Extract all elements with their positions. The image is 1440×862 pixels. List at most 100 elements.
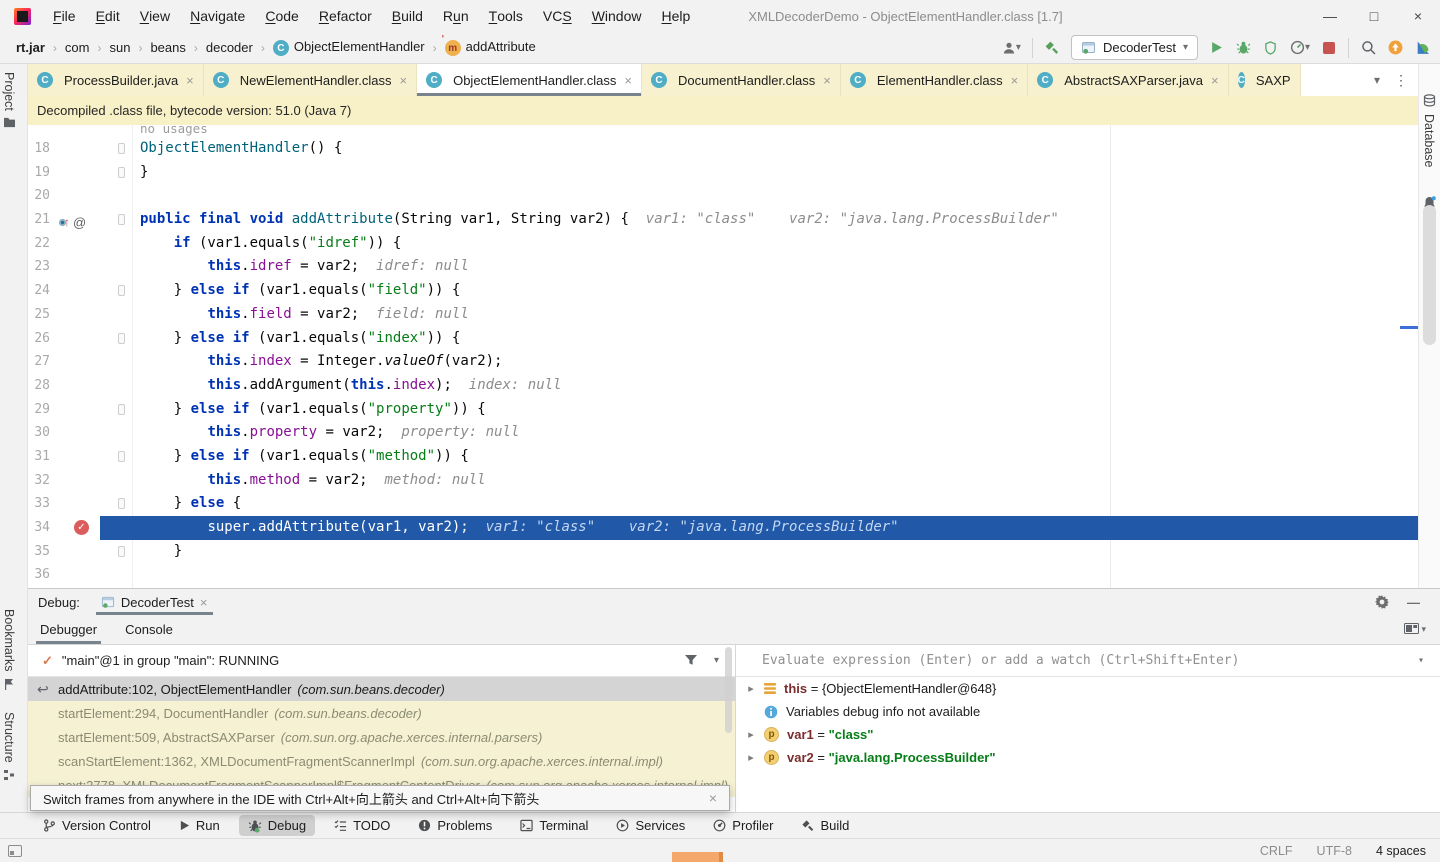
line-number[interactable]: 32 <box>28 469 50 493</box>
editor-tab-newelementhandler-class[interactable]: C NewElementHandler.class × <box>203 64 418 96</box>
line-number[interactable]: 25 <box>28 303 50 327</box>
close-button[interactable]: × <box>1396 0 1440 32</box>
menu-item-build[interactable]: Build <box>382 0 433 32</box>
line-number[interactable]: 28 <box>28 374 50 398</box>
maximize-button[interactable]: □ <box>1352 0 1396 32</box>
code-line-30[interactable]: 30 this.property = var2; property: null <box>28 421 1418 445</box>
menu-item-window[interactable]: Window <box>582 0 652 32</box>
expand-chevron-icon[interactable]: ▸ <box>746 751 756 764</box>
breakpoint-icon[interactable]: ✓ <box>74 520 89 535</box>
code-editor[interactable]: no usages 18 ObjectElementHandler() {19} 20… <box>28 125 1418 588</box>
status-widget-crlf[interactable]: CRLF <box>1260 844 1293 858</box>
evaluate-history-chevron-icon[interactable]: ▾ <box>1418 655 1424 666</box>
code-line-21[interactable]: 21 ↑ @ public final void addAttribute(Strin… <box>28 208 1418 232</box>
line-number[interactable]: 24 <box>28 279 50 303</box>
debug-button[interactable] <box>1236 37 1252 59</box>
run-with-coverage-button[interactable] <box>1263 37 1279 59</box>
tab-list-chevron-icon[interactable]: ▾ <box>1374 73 1380 87</box>
stripe-button-structure[interactable]: Structure <box>2 712 16 781</box>
debug-tab-debugger[interactable]: Debugger <box>35 615 102 644</box>
filter-funnel-icon[interactable] <box>684 654 698 667</box>
toolwindow-button-services[interactable]: Services <box>607 815 694 836</box>
code-line-19[interactable]: 19} <box>28 161 1418 185</box>
status-widget-utf-8[interactable]: UTF-8 <box>1317 844 1352 858</box>
fold-marker[interactable] <box>118 498 125 510</box>
breadcrumb-item-sun[interactable]: sun <box>107 39 132 56</box>
fold-marker[interactable] <box>118 143 125 154</box>
editor-tab-documenthandler-class[interactable]: C DocumentHandler.class × <box>642 64 841 96</box>
code-line-27[interactable]: 27 this.index = Integer.valueOf(var2); <box>28 350 1418 374</box>
line-number[interactable]: 18 <box>28 137 50 161</box>
toolwindow-button-version-control[interactable]: Version Control <box>34 815 160 836</box>
code-line-28[interactable]: 28 this.addArgument(this.index); index: … <box>28 374 1418 398</box>
variable-row[interactable]: ▸ this = {ObjectElementHandler@648} <box>736 677 1440 700</box>
editor-tab-objectelementhandler-class[interactable]: C ObjectElementHandler.class × <box>417 64 642 96</box>
editor-tab-elementhandler-class[interactable]: C ElementHandler.class × <box>840 64 1029 96</box>
menu-item-navigate[interactable]: Navigate <box>180 0 255 32</box>
line-number[interactable]: 22 <box>28 232 50 256</box>
code-line-34[interactable]: 34 ✓ super.addAttribute(var1, var2); var1… <box>28 516 1418 540</box>
fold-marker[interactable] <box>118 332 125 344</box>
variable-row[interactable]: ▸ p var1 = "class" <box>736 723 1440 746</box>
code-line-26[interactable]: 26 } else if (var1.equals("index")) { <box>28 327 1418 351</box>
code-line-29[interactable]: 29 } else if (var1.equals("property")) { <box>28 398 1418 422</box>
build-hammer-icon[interactable] <box>1044 37 1060 59</box>
line-number[interactable]: 27 <box>28 350 50 374</box>
menu-item-help[interactable]: Help <box>652 0 701 32</box>
tab-close-icon[interactable]: × <box>186 73 194 88</box>
menu-item-file[interactable]: File <box>43 0 86 32</box>
tab-close-icon[interactable]: × <box>624 73 632 88</box>
toolwindow-button-run[interactable]: Run <box>170 815 229 836</box>
editor-scrollbar-thumb[interactable] <box>1423 205 1436 345</box>
code-line-18[interactable]: 18 ObjectElementHandler() { <box>28 137 1418 161</box>
run-configuration-select[interactable]: DecoderTest ▾ <box>1070 35 1198 60</box>
minimize-button[interactable]: — <box>1308 0 1352 32</box>
tab-close-icon[interactable]: × <box>1011 73 1019 88</box>
evaluate-expression-input[interactable]: Evaluate expression (Enter) or add a wat… <box>736 645 1440 677</box>
stack-frame[interactable]: scanStartElement:1362, XMLDocumentFragme… <box>28 749 735 773</box>
fold-marker[interactable] <box>118 214 125 226</box>
menu-item-refactor[interactable]: Refactor <box>309 0 382 32</box>
variable-row[interactable]: Variables debug info not available <box>736 700 1440 723</box>
code-line-24[interactable]: 24 } else if (var1.equals("field")) { <box>28 279 1418 303</box>
tab-close-icon[interactable]: × <box>1211 73 1219 88</box>
thread-status-row[interactable]: ✓ "main"@1 in group "main": RUNNING ▾ <box>28 645 735 677</box>
toolwindow-button-terminal[interactable]: Terminal <box>511 815 597 836</box>
line-number[interactable]: 31 <box>28 445 50 469</box>
code-with-me-user-icon[interactable]: ▾ <box>1002 37 1021 59</box>
line-number[interactable]: 20 <box>28 184 50 208</box>
menu-item-code[interactable]: Code <box>255 0 308 32</box>
fold-marker[interactable] <box>118 166 125 178</box>
code-line-33[interactable]: 33 } else { <box>28 492 1418 516</box>
restore-layout-icon[interactable] <box>1404 623 1420 636</box>
menu-item-tools[interactable]: Tools <box>479 0 533 32</box>
line-number[interactable]: 19 <box>28 161 50 185</box>
search-everywhere-icon[interactable] <box>1360 37 1376 59</box>
menu-item-vcs[interactable]: VC S <box>533 0 582 32</box>
breadcrumb-item-class[interactable]: C ObjectElementHandler <box>271 38 427 58</box>
toolwindow-button-todo[interactable]: TODO <box>325 815 399 836</box>
run-button[interactable] <box>1209 37 1225 59</box>
code-line-25[interactable]: 25 this.field = var2; field: null <box>28 303 1418 327</box>
tab-close-icon[interactable]: × <box>400 73 408 88</box>
breadcrumb-item-beans[interactable]: beans <box>148 39 187 56</box>
editor-tab-processbuilder-java[interactable]: C ProcessBuilder.java × <box>28 64 204 96</box>
toolwindow-button-problems[interactable]: Problems <box>409 815 501 836</box>
stripe-button-bookmarks[interactable]: Bookmarks <box>2 609 16 690</box>
menu-item-run[interactable]: Run <box>433 0 479 32</box>
tooltip-close-icon[interactable]: × <box>709 790 717 806</box>
breadcrumb-item-decoder[interactable]: decoder <box>204 39 255 56</box>
tab-close-icon[interactable]: × <box>823 73 831 88</box>
frames-scrollbar-thumb[interactable] <box>725 647 732 733</box>
toolwindow-button-profiler[interactable]: Profiler <box>704 815 782 836</box>
tool-window-switcher-icon[interactable] <box>8 844 22 857</box>
fold-marker[interactable] <box>118 450 125 462</box>
status-widget-4-spaces[interactable]: 4 spaces <box>1376 844 1426 858</box>
code-line-22[interactable]: 22 if (var1.equals("idref")) { <box>28 232 1418 256</box>
tab-options-kebab-icon[interactable]: ⋮ <box>1394 72 1408 89</box>
breadcrumb-item-method[interactable]: maddAttribute <box>442 34 538 58</box>
breadcrumb-item-com[interactable]: com <box>63 39 92 56</box>
line-number[interactable]: 26 <box>28 327 50 351</box>
debug-tab-console[interactable]: Console <box>125 615 173 644</box>
stack-frame[interactable]: startElement:509, AbstractSAXParser (com.… <box>28 725 735 749</box>
